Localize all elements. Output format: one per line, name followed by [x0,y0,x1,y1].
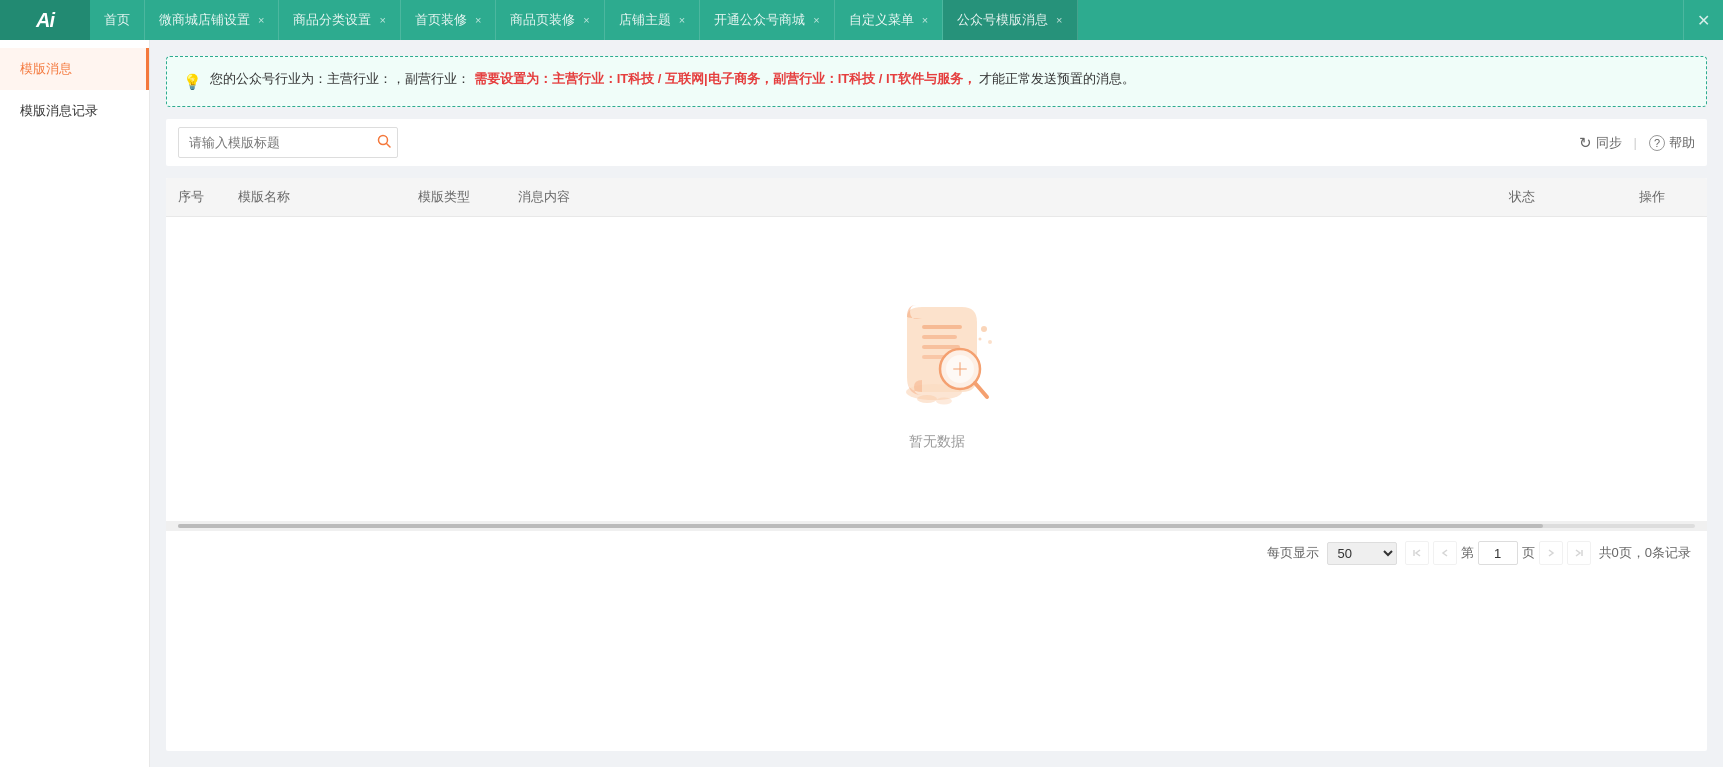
content-area: 💡 您的公众号行业为：主营行业：，副营行业： 需要设置为：主营行业：IT科技 /… [150,40,1723,767]
col-header-content: 消息内容 [506,178,1497,217]
table-body: 暂无数据 [166,217,1707,522]
close-tab-home-decor-icon[interactable]: × [475,14,481,26]
prev-page-icon [1440,548,1450,558]
first-page-button[interactable] [1405,541,1429,565]
page-input[interactable] [1478,541,1518,565]
close-tab-shop-theme-icon[interactable]: × [679,14,685,26]
col-header-no: 序号 [166,178,226,217]
nav-tab-custom-menu[interactable]: 自定义菜单× [835,0,943,40]
search-icon [377,134,391,148]
empty-state-row: 暂无数据 [166,217,1707,522]
nav-tab-wshop-settings[interactable]: 微商城店铺设置× [145,0,279,40]
data-table-wrap: 序号模版名称模版类型消息内容状态操作 [166,178,1707,751]
pagination-bar: 每页显示 102050100 [166,530,1707,575]
svg-point-13 [988,340,992,344]
svg-rect-3 [922,325,962,329]
scroll-track [178,524,1695,528]
empty-illustration [872,287,1002,417]
table-header: 序号模版名称模版类型消息内容状态操作 [166,178,1707,217]
svg-line-9 [975,383,987,397]
toolbar: ↻ 同步 | ? 帮助 [166,119,1707,166]
svg-point-14 [978,338,981,341]
main-layout: 模版消息模版消息记录 💡 您的公众号行业为：主营行业：，副营行业： 需要设置为：… [0,40,1723,767]
search-button[interactable] [367,128,398,157]
toolbar-divider: | [1634,135,1637,150]
last-page-icon [1574,548,1584,558]
prev-page-button[interactable] [1433,541,1457,565]
top-nav: Ai 首页微商城店铺设置×商品分类设置×首页装修×商品页装修×店铺主题×开通公众… [0,0,1723,40]
scroll-thumb [178,524,1543,528]
empty-text: 暂无数据 [909,433,965,451]
sidebar: 模版消息模版消息记录 [0,40,150,767]
col-header-status: 状态 [1497,178,1627,217]
notice-suffix: 才能正常发送预置的消息。 [979,71,1135,86]
close-tab-open-mall-icon[interactable]: × [813,14,819,26]
col-header-name: 模版名称 [226,178,406,217]
help-button[interactable]: ? 帮助 [1649,134,1695,152]
nav-tab-home[interactable]: 首页 [90,0,145,40]
sync-button[interactable]: ↻ 同步 [1579,134,1622,152]
notice-text: 您的公众号行业为：主营行业：，副营行业： 需要设置为：主营行业：IT科技 / 互… [210,69,1690,90]
toolbar-left [178,127,398,158]
svg-point-15 [917,395,937,403]
sync-icon: ↻ [1579,134,1592,152]
table-header-row: 序号模版名称模版类型消息内容状态操作 [166,178,1707,217]
sidebar-item-template-msg-log[interactable]: 模版消息记录 [0,90,149,132]
next-page-icon [1546,548,1556,558]
sidebar-item-template-msg[interactable]: 模版消息 [0,48,149,90]
svg-point-16 [936,398,952,405]
search-input[interactable] [179,129,367,156]
total-text: 共0页，0条记录 [1599,544,1691,562]
nav-tab-template-msg[interactable]: 公众号模版消息× [943,0,1077,40]
notice-prefix: 您的公众号行业为：主营行业：，副营行业： [210,71,470,86]
empty-state: 暂无数据 [178,227,1695,511]
col-header-type: 模版类型 [406,178,506,217]
sync-label: 同步 [1596,134,1622,152]
close-tab-category-settings-icon[interactable]: × [379,14,385,26]
svg-rect-5 [922,345,960,349]
search-input-wrap [178,127,398,158]
first-page-icon [1412,548,1422,558]
svg-line-1 [387,144,391,148]
notice-highlight: 需要设置为：主营行业：IT科技 / 互联网|电子商务，副营行业：IT科技 / I… [474,71,976,86]
last-page-button[interactable] [1567,541,1591,565]
page-suffix: 页 [1522,544,1535,562]
notice-banner: 💡 您的公众号行业为：主营行业：，副营行业： 需要设置为：主营行业：IT科技 /… [166,56,1707,107]
data-table: 序号模版名称模版类型消息内容状态操作 [166,178,1707,522]
close-tab-product-decor-icon[interactable]: × [583,14,589,26]
svg-rect-4 [922,335,957,339]
nav-tab-home-decor[interactable]: 首页装修× [401,0,496,40]
nav-tab-shop-theme[interactable]: 店铺主题× [605,0,700,40]
scroll-bar-area[interactable] [166,522,1707,530]
page-label: 第 [1461,544,1474,562]
next-page-button[interactable] [1539,541,1563,565]
close-tab-custom-menu-icon[interactable]: × [922,14,928,26]
col-header-action: 操作 [1627,178,1707,217]
page-nav: 第 页 [1405,541,1591,565]
empty-state-cell: 暂无数据 [166,217,1707,522]
nav-tab-category-settings[interactable]: 商品分类设置× [279,0,400,40]
page-size-select[interactable]: 102050100 [1327,542,1397,565]
close-tab-template-msg-icon[interactable]: × [1056,14,1062,26]
app-logo: Ai [0,0,90,40]
help-icon: ? [1649,135,1665,151]
page-size-select-wrap: 102050100 [1327,542,1397,565]
nav-tab-open-mall[interactable]: 开通公众号商城× [700,0,834,40]
nav-tab-product-decor[interactable]: 商品页装修× [496,0,604,40]
toolbar-right: ↻ 同步 | ? 帮助 [1579,134,1695,152]
close-all-button[interactable]: ✕ [1683,0,1723,40]
help-label: 帮助 [1669,134,1695,152]
bulb-icon: 💡 [183,70,202,94]
svg-point-12 [981,326,987,332]
close-tab-wshop-settings-icon[interactable]: × [258,14,264,26]
nav-tabs: 首页微商城店铺设置×商品分类设置×首页装修×商品页装修×店铺主题×开通公众号商城… [90,0,1683,40]
page-size-label: 每页显示 [1267,544,1319,562]
